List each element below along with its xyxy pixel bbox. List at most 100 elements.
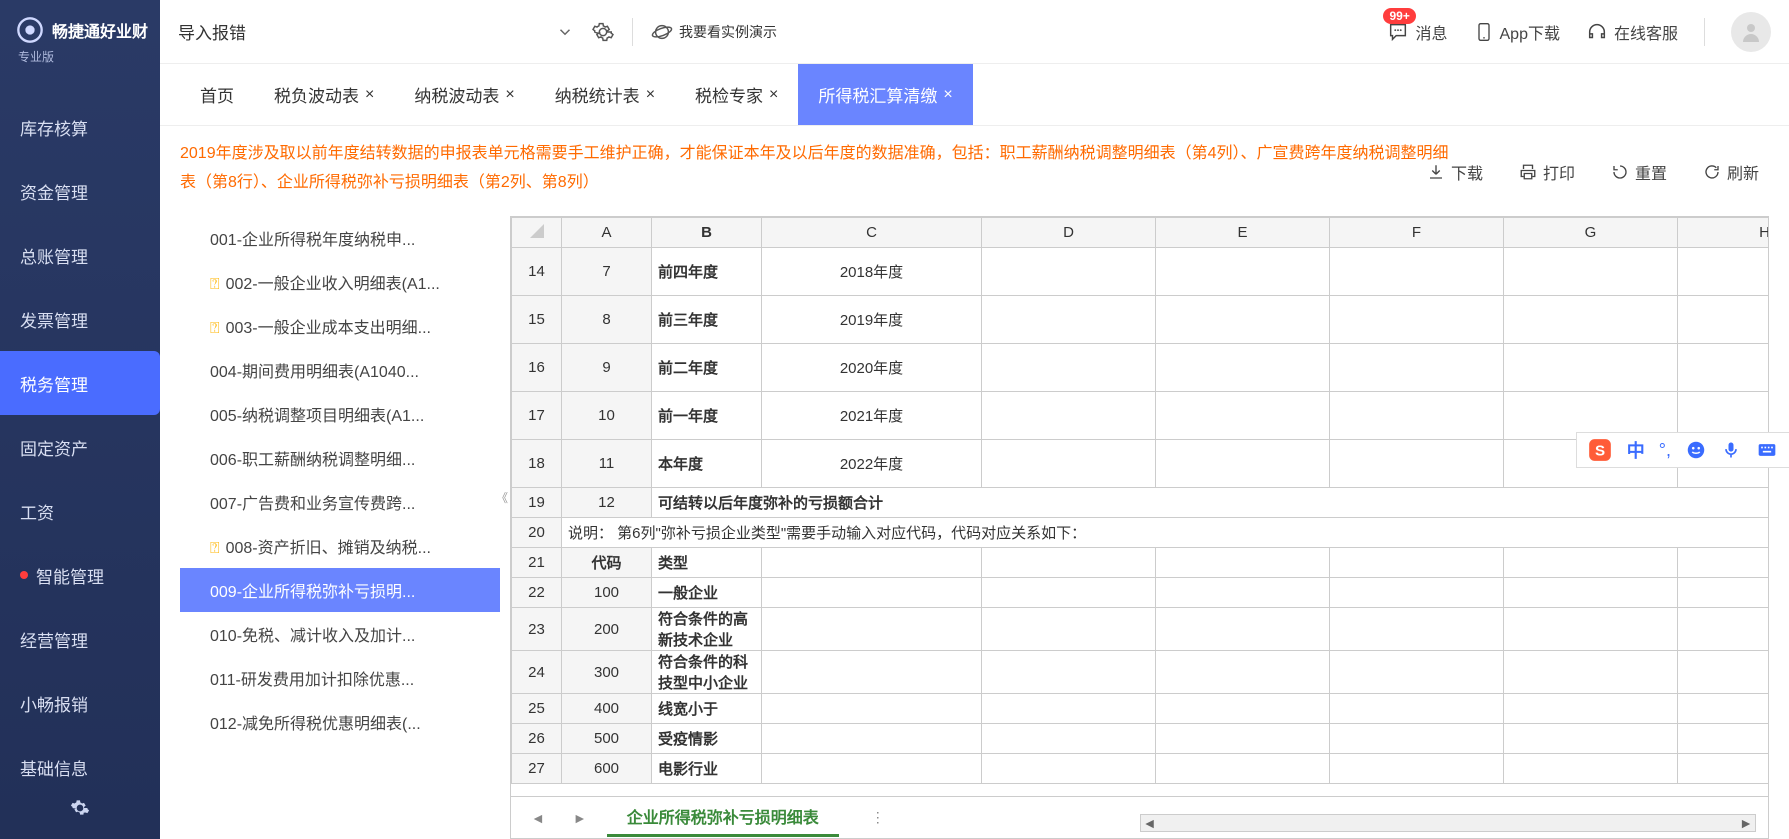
cell[interactable]	[1330, 724, 1504, 754]
cell[interactable]: 12	[562, 488, 652, 518]
cell[interactable]	[1504, 608, 1678, 651]
cell[interactable]	[982, 578, 1156, 608]
support-button[interactable]: 在线客服	[1586, 20, 1678, 44]
cell[interactable]	[1156, 754, 1330, 784]
row-header[interactable]: 22	[512, 578, 562, 608]
horizontal-scrollbar[interactable]: ◄ ►	[1140, 814, 1757, 832]
cell[interactable]	[1678, 548, 1769, 578]
row-header[interactable]: 18	[512, 440, 562, 488]
cell[interactable]: 600	[562, 754, 652, 784]
form-list-item-9[interactable]: 010-免税、减计收入及加计...	[180, 612, 500, 656]
ime-keyboard-icon[interactable]	[1755, 440, 1779, 460]
cell[interactable]	[982, 296, 1156, 344]
tab-3[interactable]: 纳税统计表×	[535, 64, 675, 125]
cell[interactable]: 前四年度	[652, 248, 762, 296]
tab-1[interactable]: 税负波动表×	[254, 64, 394, 125]
nav-item-7[interactable]: 智能管理	[0, 543, 160, 607]
col-header-E[interactable]: E	[1156, 218, 1330, 248]
cell[interactable]	[1156, 608, 1330, 651]
cell[interactable]: 前一年度	[652, 392, 762, 440]
form-list-item-4[interactable]: 005-纳税调整项目明细表(A1...	[180, 392, 500, 436]
user-avatar[interactable]	[1731, 12, 1771, 52]
cell[interactable]	[982, 440, 1156, 488]
cell[interactable]	[1504, 724, 1678, 754]
cell[interactable]	[1156, 392, 1330, 440]
cell[interactable]: 2021年度	[762, 392, 982, 440]
form-list-item-1[interactable]: ⍰002-一般企业收入明细表(A1...	[180, 260, 500, 304]
cell[interactable]	[1156, 694, 1330, 724]
cell[interactable]	[1330, 392, 1504, 440]
tab-0[interactable]: 首页	[180, 64, 254, 125]
row-header[interactable]: 26	[512, 724, 562, 754]
refresh-button[interactable]: 刷新	[1703, 160, 1759, 184]
tab-5[interactable]: 所得税汇算清缴×	[798, 64, 972, 125]
cell[interactable]: 受疫情影	[652, 724, 762, 754]
cell[interactable]: 符合条件的高新技术企业	[652, 608, 762, 651]
form-list-item-11[interactable]: 012-减免所得税优惠明细表(...	[180, 700, 500, 744]
cell[interactable]	[1678, 754, 1769, 784]
cell[interactable]	[1330, 651, 1504, 694]
import-error-dropdown[interactable]: 导入报错	[178, 19, 574, 44]
cell[interactable]: 符合条件的科技型中小企业	[652, 651, 762, 694]
sheet-prev-icon[interactable]: ◄	[523, 808, 553, 828]
reset-button[interactable]: 重置	[1611, 160, 1667, 184]
cell[interactable]	[762, 578, 982, 608]
cell[interactable]	[1330, 248, 1504, 296]
ime-emoji-icon[interactable]	[1685, 439, 1707, 461]
row-header[interactable]: 24	[512, 651, 562, 694]
col-header-B[interactable]: B	[652, 218, 762, 248]
collapse-handle[interactable]: 《	[494, 216, 510, 779]
cell[interactable]: 一般企业	[652, 578, 762, 608]
row-header[interactable]: 23	[512, 608, 562, 651]
cell[interactable]: 类型	[652, 548, 762, 578]
col-header-H[interactable]: H	[1678, 218, 1769, 248]
cell[interactable]	[1330, 548, 1504, 578]
cell[interactable]: 9	[562, 344, 652, 392]
col-header-D[interactable]: D	[982, 218, 1156, 248]
cell[interactable]: 代码	[562, 548, 652, 578]
form-list-item-5[interactable]: 006-职工薪酬纳税调整明细...	[180, 436, 500, 480]
cell[interactable]	[982, 651, 1156, 694]
cell[interactable]	[1678, 578, 1769, 608]
cell[interactable]	[762, 694, 982, 724]
close-icon[interactable]: ×	[505, 86, 514, 104]
row-header[interactable]: 16	[512, 344, 562, 392]
cell[interactable]	[1678, 248, 1769, 296]
sheet-next-icon[interactable]: ►	[565, 808, 595, 828]
cell[interactable]: 400	[562, 694, 652, 724]
cell[interactable]	[762, 724, 982, 754]
cell[interactable]	[1156, 651, 1330, 694]
row-header[interactable]: 27	[512, 754, 562, 784]
cell[interactable]: 2018年度	[762, 248, 982, 296]
nav-item-4[interactable]: 税务管理	[0, 351, 160, 415]
cell[interactable]: 300	[562, 651, 652, 694]
scroll-right-icon[interactable]: ►	[1737, 815, 1755, 831]
messages-button[interactable]: 99+ 消息	[1387, 20, 1447, 44]
cell[interactable]	[1504, 578, 1678, 608]
cell[interactable]	[1504, 548, 1678, 578]
col-header-A[interactable]: A	[562, 218, 652, 248]
cell[interactable]	[982, 694, 1156, 724]
cell[interactable]	[1330, 754, 1504, 784]
tab-2[interactable]: 纳税波动表×	[394, 64, 534, 125]
demo-link[interactable]: 我要看实例演示	[651, 21, 777, 43]
cell[interactable]	[1156, 578, 1330, 608]
row-header[interactable]: 21	[512, 548, 562, 578]
cell[interactable]	[1330, 440, 1504, 488]
cell[interactable]: 200	[562, 608, 652, 651]
cell[interactable]	[1678, 344, 1769, 392]
cell[interactable]	[982, 724, 1156, 754]
cell[interactable]	[762, 548, 982, 578]
nav-item-1[interactable]: 资金管理	[0, 159, 160, 223]
ime-mic-icon[interactable]	[1721, 439, 1741, 461]
close-icon[interactable]: ×	[646, 86, 655, 104]
cell[interactable]	[982, 548, 1156, 578]
row-header[interactable]: 19	[512, 488, 562, 518]
cell[interactable]: 说明： 第6列"弥补亏损企业类型"需要手动输入对应代码，代码对应关系如下：	[562, 518, 1769, 548]
download-button[interactable]: 下载	[1427, 160, 1483, 184]
cell[interactable]	[982, 344, 1156, 392]
cell[interactable]	[982, 754, 1156, 784]
col-header-G[interactable]: G	[1504, 218, 1678, 248]
tab-4[interactable]: 税检专家×	[675, 64, 798, 125]
cell[interactable]	[1330, 694, 1504, 724]
